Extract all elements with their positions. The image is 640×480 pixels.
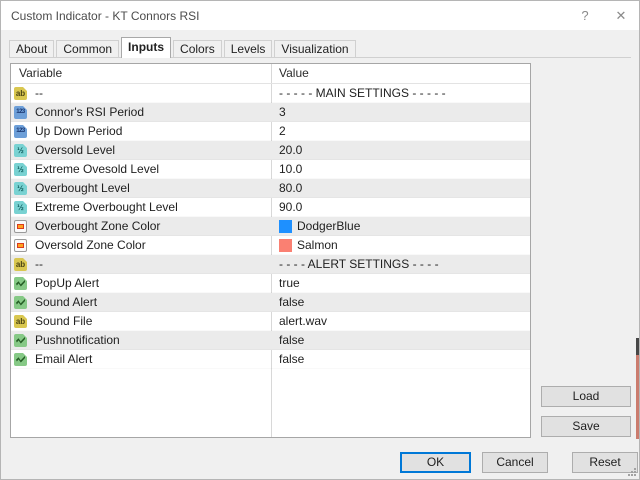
param-value-cell[interactable]: false bbox=[272, 293, 529, 311]
background-artifact-red bbox=[636, 355, 639, 439]
color-param-icon bbox=[14, 219, 27, 233]
param-value-cell[interactable]: DodgerBlue bbox=[272, 217, 529, 235]
param-value: 3 bbox=[279, 105, 286, 119]
background-artifact-dark bbox=[636, 338, 639, 355]
double-param-icon: ½ bbox=[14, 200, 27, 214]
text-param-icon: ab bbox=[14, 257, 27, 271]
param-value: Salmon bbox=[297, 238, 338, 252]
help-icon[interactable]: ? bbox=[567, 1, 603, 30]
text-param-icon: ab bbox=[14, 314, 27, 328]
table-row[interactable]: Oversold Zone Color Salmon bbox=[11, 236, 530, 255]
column-header-variable: Variable bbox=[19, 66, 63, 80]
param-value: 80.0 bbox=[279, 181, 303, 195]
table-row[interactable]: Overbought Zone Color DodgerBlue bbox=[11, 217, 530, 236]
text-param-icon: ab bbox=[14, 86, 27, 100]
color-param-icon bbox=[14, 238, 27, 252]
table-row[interactable]: Email Alert false bbox=[11, 350, 530, 369]
param-value-cell[interactable]: 2 bbox=[272, 122, 529, 140]
cancel-button[interactable]: Cancel bbox=[482, 452, 548, 473]
save-button[interactable]: Save bbox=[541, 416, 631, 437]
tab-visualization[interactable]: Visualization bbox=[274, 40, 356, 57]
close-icon[interactable]: ✕ bbox=[603, 1, 639, 30]
param-value-cell[interactable]: 80.0 bbox=[272, 179, 529, 197]
param-value: DodgerBlue bbox=[297, 219, 361, 233]
resize-grip-icon[interactable] bbox=[628, 468, 637, 477]
double-param-icon: ½ bbox=[14, 162, 27, 176]
param-value-cell[interactable]: - - - - - MAIN SETTINGS - - - - - bbox=[272, 84, 529, 102]
param-value-cell[interactable]: 20.0 bbox=[272, 141, 529, 159]
load-button[interactable]: Load bbox=[541, 386, 631, 407]
table-row[interactable]: 123 Up Down Period 2 bbox=[11, 122, 530, 141]
tab-colors[interactable]: Colors bbox=[173, 40, 222, 57]
title-bar: Custom Indicator - KT Connors RSI ? ✕ bbox=[1, 1, 639, 30]
table-row[interactable]: ab -- - - - - - MAIN SETTINGS - - - - - bbox=[11, 84, 530, 103]
table-row[interactable]: Pushnotification false bbox=[11, 331, 530, 350]
table-row[interactable]: ab Sound File alert.wav bbox=[11, 312, 530, 331]
table-row[interactable]: 123 Connor's RSI Period 3 bbox=[11, 103, 530, 122]
param-value-cell[interactable]: false bbox=[272, 350, 529, 368]
param-value: - - - - - MAIN SETTINGS - - - - - bbox=[279, 86, 446, 100]
bool-param-icon bbox=[14, 352, 27, 366]
color-swatch bbox=[279, 219, 292, 233]
param-value-cell[interactable]: 3 bbox=[272, 103, 529, 121]
param-value: false bbox=[279, 295, 305, 309]
custom-indicator-dialog: Custom Indicator - KT Connors RSI ? ✕ Ab… bbox=[0, 0, 640, 480]
table-row[interactable]: ab -- - - - - ALERT SETTINGS - - - - bbox=[11, 255, 530, 274]
table-row[interactable]: ½ Oversold Level 20.0 bbox=[11, 141, 530, 160]
param-value-cell[interactable]: 90.0 bbox=[272, 198, 529, 216]
window-title: Custom Indicator - KT Connors RSI bbox=[11, 8, 200, 23]
param-value: false bbox=[279, 333, 305, 347]
bool-param-icon bbox=[14, 295, 27, 309]
table-row[interactable]: ½ Overbought Level 80.0 bbox=[11, 179, 530, 198]
inputs-table: Variable Value ab -- - - - - - MAIN SETT… bbox=[10, 63, 531, 438]
tab-strip: About Common Inputs Colors Levels Visualizati… bbox=[9, 37, 631, 58]
table-row[interactable]: ½ Extreme Overbought Level 90.0 bbox=[11, 198, 530, 217]
table-header: Variable Value bbox=[11, 64, 530, 84]
table-row[interactable]: Sound Alert false bbox=[11, 293, 530, 312]
table-row[interactable]: ½ Extreme Ovesold Level 10.0 bbox=[11, 160, 530, 179]
bool-param-icon bbox=[14, 276, 27, 290]
param-value: 2 bbox=[279, 124, 286, 138]
param-value-cell[interactable]: true bbox=[272, 274, 529, 292]
column-header-value: Value bbox=[279, 66, 309, 80]
tab-about[interactable]: About bbox=[9, 40, 55, 57]
integer-param-icon: 123 bbox=[14, 105, 27, 119]
param-value-cell[interactable]: false bbox=[272, 331, 529, 349]
param-value: false bbox=[279, 352, 305, 366]
integer-param-icon: 123 bbox=[14, 124, 27, 138]
param-value-cell[interactable]: - - - - ALERT SETTINGS - - - - bbox=[272, 255, 529, 273]
table-rows: ab -- - - - - - MAIN SETTINGS - - - - - … bbox=[11, 84, 530, 369]
table-row[interactable]: PopUp Alert true bbox=[11, 274, 530, 293]
param-value: 90.0 bbox=[279, 200, 303, 214]
bool-param-icon bbox=[14, 333, 27, 347]
tab-levels[interactable]: Levels bbox=[223, 40, 273, 57]
color-swatch bbox=[279, 238, 292, 252]
param-value: 20.0 bbox=[279, 143, 303, 157]
tab-common[interactable]: Common bbox=[56, 40, 120, 57]
double-param-icon: ½ bbox=[14, 181, 27, 195]
param-value: - - - - ALERT SETTINGS - - - - bbox=[279, 257, 439, 271]
param-value-cell[interactable]: Salmon bbox=[272, 236, 529, 254]
param-value: true bbox=[279, 276, 300, 290]
tab-inputs[interactable]: Inputs bbox=[121, 37, 172, 58]
param-value: 10.0 bbox=[279, 162, 303, 176]
param-value-cell[interactable]: alert.wav bbox=[272, 312, 529, 330]
double-param-icon: ½ bbox=[14, 143, 27, 157]
param-value: alert.wav bbox=[279, 314, 328, 328]
param-value-cell[interactable]: 10.0 bbox=[272, 160, 529, 178]
ok-button[interactable]: OK bbox=[400, 452, 471, 473]
